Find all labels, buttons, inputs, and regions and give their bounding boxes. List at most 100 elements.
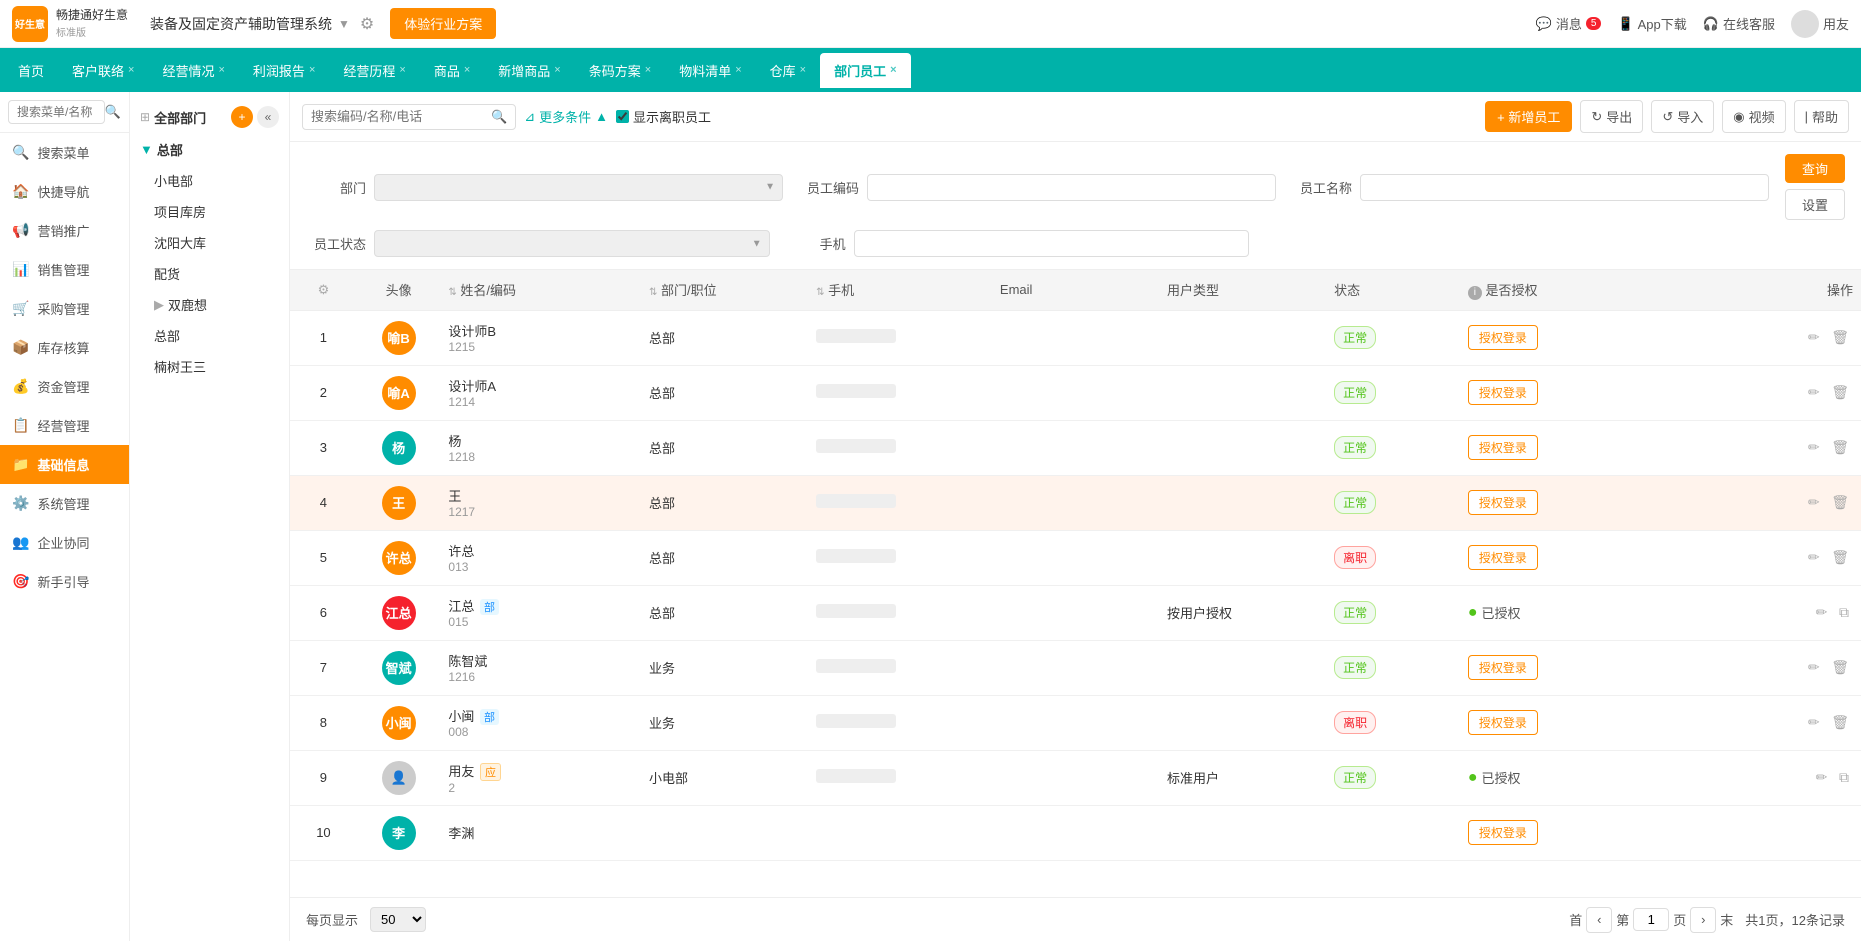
tab-add-goods[interactable]: 新增商品 × — [484, 53, 574, 88]
auth-button[interactable]: 授权登录 — [1468, 710, 1538, 735]
auth-button[interactable]: 授权登录 — [1468, 490, 1538, 515]
auth-button[interactable]: 授权登录 — [1468, 435, 1538, 460]
delete-icon[interactable]: 🗑 — [1827, 657, 1853, 677]
close-icon[interactable]: × — [128, 64, 134, 76]
close-icon[interactable]: × — [645, 64, 651, 76]
tree-item-shenyangdaku[interactable]: 沈阳大库 — [130, 227, 289, 258]
tab-journey[interactable]: 经营历程 × — [329, 53, 419, 88]
tab-warehouse[interactable]: 仓库 × — [756, 53, 820, 88]
close-icon[interactable]: × — [399, 64, 405, 76]
col-dept-header[interactable]: ⇅ 部门/职位 — [641, 270, 808, 310]
sidebar-item-system[interactable]: ⚙️ 系统管理 — [0, 484, 129, 523]
tree-item-xiangmuku[interactable]: 项目库房 — [130, 196, 289, 227]
delete-icon[interactable]: 🗑 — [1827, 712, 1853, 732]
edit-icon[interactable]: ✏ — [1804, 657, 1824, 677]
tab-employees[interactable]: 部门员工 × — [820, 53, 910, 88]
emp-status-select[interactable] — [374, 230, 770, 257]
message-btn[interactable]: 💬 消息 5 — [1536, 14, 1602, 33]
sidebar-item-purchase[interactable]: 🛒 采购管理 — [0, 289, 129, 328]
sidebar-item-marketing[interactable]: 📢 营销推广 — [0, 211, 129, 250]
sidebar-item-basic-info[interactable]: 📁 基础信息 — [0, 445, 129, 484]
search-input[interactable] — [311, 109, 491, 124]
sidebar-item-guide[interactable]: 🎯 新手引导 — [0, 562, 129, 601]
view-button[interactable]: ◉ 视频 — [1722, 100, 1785, 133]
tree-item-xiaodibu[interactable]: 小电部 — [130, 165, 289, 196]
close-icon[interactable]: × — [890, 64, 896, 76]
tree-item-nanshu[interactable]: 楠树王三 — [130, 351, 289, 382]
query-button[interactable]: 查询 — [1785, 154, 1845, 183]
add-dept-button[interactable]: + — [231, 106, 253, 128]
edit-icon[interactable]: ✏ — [1804, 382, 1824, 402]
tab-barcode[interactable]: 条码方案 × — [575, 53, 665, 88]
copy-icon[interactable]: ⧉ — [1835, 602, 1853, 622]
user-btn[interactable]: 用友 — [1791, 10, 1849, 38]
close-icon[interactable]: × — [309, 64, 315, 76]
more-conditions-btn[interactable]: ⊿ 更多条件 ▲ — [524, 107, 608, 126]
col-phone-header[interactable]: ⇅ 手机 — [808, 270, 992, 310]
per-page-select[interactable]: 50 100 200 — [370, 907, 426, 932]
tab-profit[interactable]: 利润报告 × — [239, 53, 329, 88]
page-number-input[interactable] — [1633, 908, 1669, 931]
sidebar-item-sales[interactable]: 📊 销售管理 — [0, 250, 129, 289]
emp-name-input[interactable] — [1360, 174, 1769, 201]
reset-button[interactable]: 设置 — [1785, 189, 1845, 220]
copy-icon[interactable]: ⧉ — [1835, 767, 1853, 787]
collapse-tree-button[interactable]: « — [257, 106, 279, 128]
col-name-header[interactable]: ⇅ 姓名/编码 — [440, 270, 641, 310]
sidebar-item-finance[interactable]: 💰 资金管理 — [0, 367, 129, 406]
close-icon[interactable]: × — [735, 64, 741, 76]
add-employee-button[interactable]: + 新增员工 — [1485, 101, 1572, 132]
system-dropdown-icon[interactable]: ▼ — [338, 17, 350, 31]
edit-icon[interactable]: ✏ — [1804, 547, 1824, 567]
app-download-btn[interactable]: 📱 App下载 — [1617, 14, 1686, 33]
import-button[interactable]: ↺ 导入 — [1651, 100, 1714, 133]
delete-icon[interactable]: 🗑 — [1827, 547, 1853, 567]
close-icon[interactable]: × — [800, 64, 806, 76]
delete-icon[interactable]: 🗑 — [1827, 327, 1853, 347]
tab-goods[interactable]: 商品 × — [420, 53, 484, 88]
tab-bom[interactable]: 物料清单 × — [665, 53, 755, 88]
tree-item-zongbu-parent[interactable]: ▼ 总部 — [130, 134, 289, 165]
phone-input[interactable] — [854, 230, 1250, 257]
sidebar-item-inventory[interactable]: 📦 库存核算 — [0, 328, 129, 367]
auth-button[interactable]: 授权登录 — [1468, 820, 1538, 845]
edit-icon[interactable]: ✏ — [1804, 327, 1824, 347]
close-icon[interactable]: × — [464, 64, 470, 76]
edit-icon[interactable]: ✏ — [1812, 602, 1832, 622]
edit-icon[interactable]: ✏ — [1812, 767, 1832, 787]
prev-page-button[interactable]: ‹ — [1586, 907, 1612, 933]
help-button[interactable]: | 帮助 — [1794, 100, 1849, 133]
experience-button[interactable]: 体验行业方案 — [390, 8, 496, 39]
auth-button[interactable]: 授权登录 — [1468, 380, 1538, 405]
sidebar-item-operations[interactable]: 📋 经营管理 — [0, 406, 129, 445]
emp-code-input[interactable] — [867, 174, 1276, 201]
online-service-btn[interactable]: 🎧 在线客服 — [1703, 14, 1775, 33]
export-button[interactable]: ↻ 导出 — [1580, 100, 1643, 133]
dept-select[interactable] — [374, 174, 783, 201]
auth-info-icon[interactable]: i — [1468, 286, 1482, 300]
tree-item-peihuo[interactable]: 配货 — [130, 258, 289, 289]
col-settings[interactable]: ⚙ — [290, 270, 357, 310]
delete-icon[interactable]: 🗑 — [1827, 492, 1853, 512]
tree-item-zongbu-child[interactable]: 总部 — [130, 320, 289, 351]
sidebar-item-nav[interactable]: 🏠 快捷导航 — [0, 172, 129, 211]
sidebar-search-input[interactable] — [8, 100, 105, 124]
tab-operation[interactable]: 经营情况 × — [148, 53, 238, 88]
edit-icon[interactable]: ✏ — [1804, 492, 1824, 512]
delete-icon[interactable]: 🗑 — [1827, 382, 1853, 402]
edit-icon[interactable]: ✏ — [1804, 712, 1824, 732]
edit-icon[interactable]: ✏ — [1804, 437, 1824, 457]
settings-icon[interactable]: ⚙ — [360, 14, 374, 34]
sidebar-item-collab[interactable]: 👥 企业协同 — [0, 523, 129, 562]
close-icon[interactable]: × — [218, 64, 224, 76]
close-icon[interactable]: × — [554, 64, 560, 76]
auth-button[interactable]: 授权登录 — [1468, 655, 1538, 680]
tree-item-shuanglu[interactable]: ▶ 双鹿想 — [130, 289, 289, 320]
sidebar-item-search[interactable]: 🔍 搜索菜单 — [0, 133, 129, 172]
auth-button[interactable]: 授权登录 — [1468, 545, 1538, 570]
tab-home[interactable]: 首页 — [4, 53, 58, 88]
auth-button[interactable]: 授权登录 — [1468, 325, 1538, 350]
tab-customer[interactable]: 客户联络 × — [58, 53, 148, 88]
show-resigned-checkbox[interactable] — [616, 110, 629, 123]
delete-icon[interactable]: 🗑 — [1827, 437, 1853, 457]
